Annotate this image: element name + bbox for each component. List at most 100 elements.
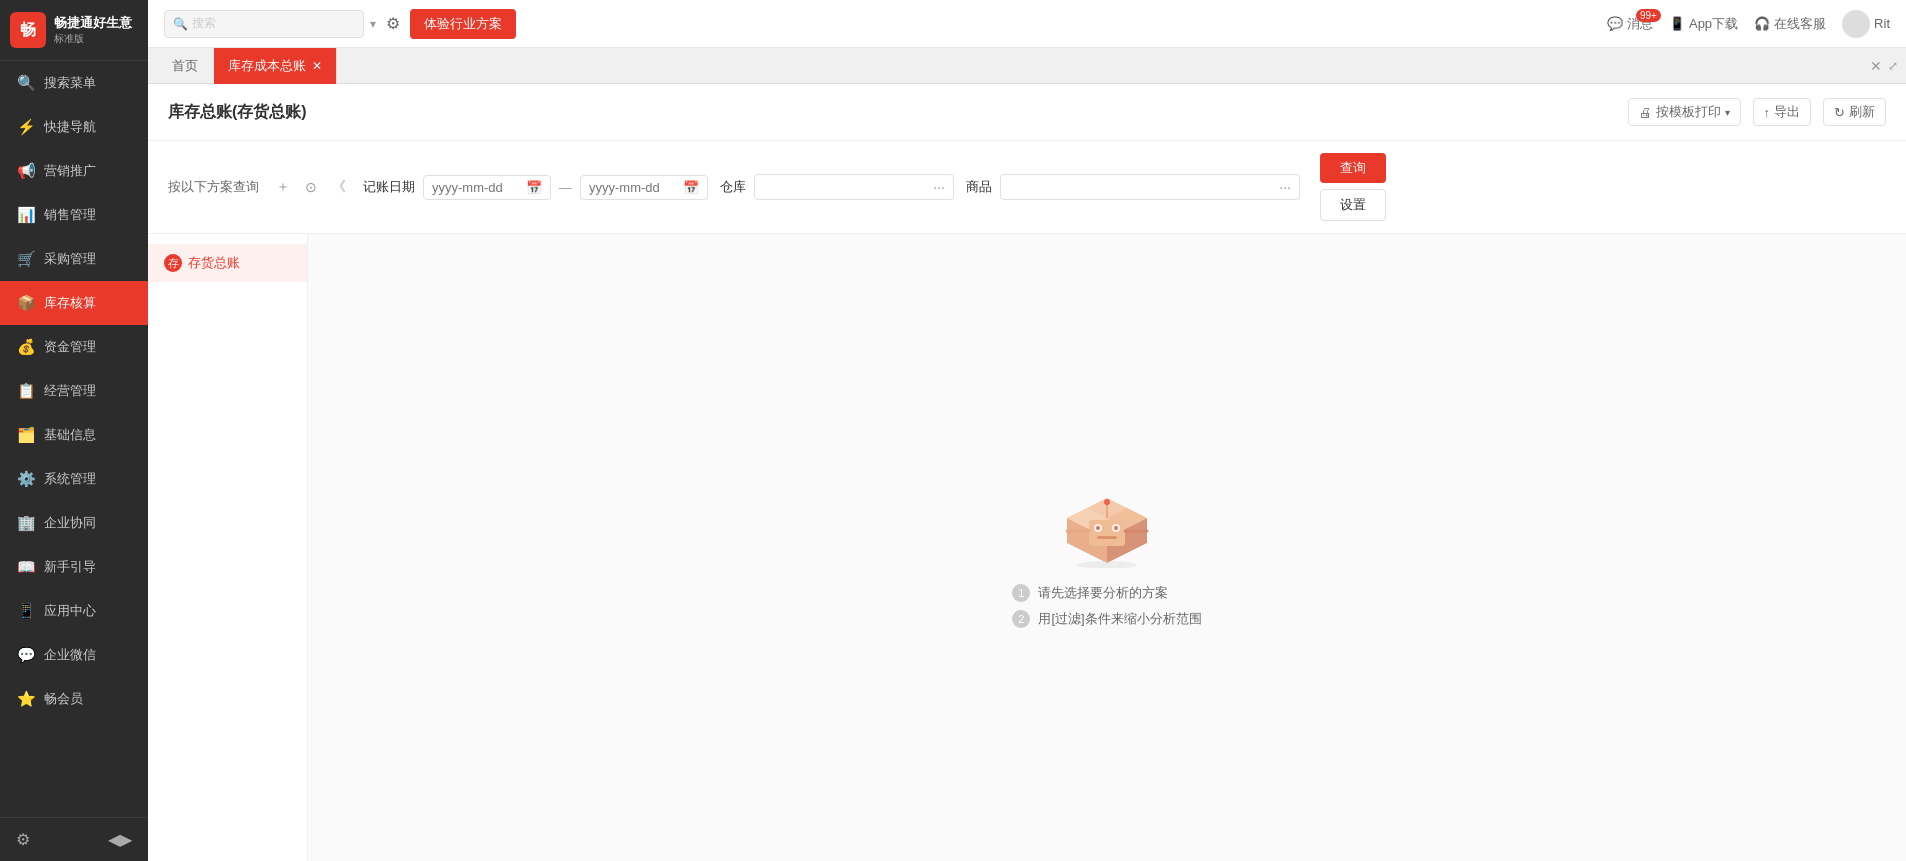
sidebar-item-search-menu[interactable]: 🔍 搜索菜单 [0,61,148,105]
sidebar-item-marketing[interactable]: 📢 营销推广 [0,149,148,193]
settings-bottom-icon[interactable]: ⚙ [16,830,30,849]
sidebar-item-newbie[interactable]: 📖 新手引导 [0,545,148,589]
refresh-btn[interactable]: ↻ 刷新 [1823,98,1886,126]
page-title: 库存总账(存货总账) [168,102,307,123]
tip-text-1: 请先选择要分析的方案 [1038,584,1168,602]
app-download-icon: 📱 [1669,16,1685,31]
scheme-panel: 存 存货总账 [148,234,308,861]
export-btn[interactable]: ↑ 导出 [1753,98,1812,126]
topbar-search-icon: 🔍 [173,17,188,31]
operations-icon: 📋 [16,381,36,401]
sidebar-label: 应用中心 [44,602,96,620]
sidebar-item-purchase[interactable]: 🛒 采购管理 [0,237,148,281]
refresh-label: 刷新 [1849,103,1875,121]
sidebar-label: 基础信息 [44,426,96,444]
date-end-field[interactable] [589,180,679,195]
sidebar-logo: 畅 畅捷通好生意 标准版 [0,0,148,61]
date-end-input[interactable]: 📅 [580,175,708,200]
sidebar-item-operations[interactable]: 📋 经营管理 [0,369,148,413]
message-btn[interactable]: 💬 消息 99+ [1607,15,1653,33]
main-area: 🔍 搜索 ▾ ⚙ 体验行业方案 💬 消息 99+ 📱 App下载 🎧 在线客服 [148,0,1906,861]
tab-close-panel-icon[interactable]: ✕ [1870,58,1882,74]
empty-tips: 1 请先选择要分析的方案 2 用[过滤]条件来缩小分析范围 [1012,584,1201,628]
empty-illustration [1047,468,1167,568]
tab-active-label: 库存成本总账 [228,57,306,75]
tab-expand-icon[interactable]: ⤢ [1888,59,1898,73]
enterprise-icon: 🏢 [16,513,36,533]
sidebar-label: 销售管理 [44,206,96,224]
scheme-item-inventory-ledger[interactable]: 存 存货总账 [148,244,307,282]
empty-state: 1 请先选择要分析的方案 2 用[过滤]条件来缩小分析范围 [1012,468,1201,628]
settings-btn[interactable]: 设置 [1320,189,1386,221]
sidebar-item-inventory[interactable]: 📦 库存核算 [0,281,148,325]
sidebar-item-basic-info[interactable]: 🗂️ 基础信息 [0,413,148,457]
tab-inventory-ledger[interactable]: 库存成本总账 ✕ [214,48,337,84]
product-more-icon[interactable]: ··· [1279,179,1291,195]
topbar-chevron-icon[interactable]: ▾ [370,17,376,31]
sales-icon: 📊 [16,205,36,225]
quick-nav-icon: ⚡ [16,117,36,137]
wechat-icon: 💬 [16,645,36,665]
content-area: 库存总账(存货总账) 🖨 按模板打印 ▾ ↑ 导出 ↻ 刷新 按以下方案查询 [148,84,1906,861]
finance-icon: 💰 [16,337,36,357]
scheme-item-label: 存货总账 [188,254,240,272]
sidebar-item-member[interactable]: ⭐ 畅会员 [0,677,148,721]
tab-home-label: 首页 [172,58,198,73]
basic-info-icon: 🗂️ [16,425,36,445]
system-icon: ⚙️ [16,469,36,489]
online-service-btn[interactable]: 🎧 在线客服 [1754,15,1826,33]
query-btn[interactable]: 查询 [1320,153,1386,183]
sidebar-item-app-center[interactable]: 📱 应用中心 [0,589,148,633]
industry-btn[interactable]: 体验行业方案 [410,9,516,39]
scheme-icon: 存 [164,254,182,272]
calendar-end-icon[interactable]: 📅 [683,180,699,195]
marketing-icon: 📢 [16,161,36,181]
filter-warehouse-group: 仓库 ··· [720,174,954,200]
filter-collapse-btn[interactable]: 《 [327,175,351,199]
template-print-label: 按模板打印 [1656,103,1721,121]
sidebar-item-finance[interactable]: 💰 资金管理 [0,325,148,369]
content-body: 存 存货总账 [148,234,1906,861]
sidebar-label: 资金管理 [44,338,96,356]
app-download-label: App下载 [1689,15,1738,33]
sidebar-bottom: ⚙ ◀▶ [0,817,148,861]
sidebar-label: 营销推广 [44,162,96,180]
template-print-btn[interactable]: 🖨 按模板打印 ▾ [1628,98,1741,126]
product-select[interactable]: ··· [1000,174,1300,200]
svg-rect-10 [1097,536,1117,539]
sidebar-item-quick-nav[interactable]: ⚡ 快捷导航 [0,105,148,149]
sidebar-item-system[interactable]: ⚙️ 系统管理 [0,457,148,501]
filter-date-group: 记账日期 📅 — 📅 [363,175,708,200]
chevron-down-icon: ▾ [1725,107,1730,118]
calendar-start-icon[interactable]: 📅 [526,180,542,195]
tip-num-2: 2 [1012,610,1030,628]
warehouse-select[interactable]: ··· [754,174,954,200]
search-menu-icon: 🔍 [16,73,36,93]
filter-settings-btn[interactable]: ⊙ [299,175,323,199]
sidebar-item-wechat[interactable]: 💬 企业微信 [0,633,148,677]
user-area[interactable]: Rit [1842,10,1890,38]
product-label: 商品 [966,178,992,196]
sidebar-item-sales[interactable]: 📊 销售管理 [0,193,148,237]
svg-point-15 [1077,561,1137,568]
tab-home[interactable]: 首页 [156,57,214,75]
topbar-settings-icon[interactable]: ⚙ [386,14,400,33]
topbar-right: 💬 消息 99+ 📱 App下载 🎧 在线客服 Rit [1607,10,1890,38]
sidebar-scroll: 🔍 搜索菜单 ⚡ 快捷导航 📢 营销推广 📊 销售管理 🛒 采购管理 📦 库存核… [0,61,148,817]
tip-text-2: 用[过滤]条件来缩小分析范围 [1038,610,1201,628]
service-label: 在线客服 [1774,15,1826,33]
search-box[interactable]: 🔍 搜索 [164,10,364,38]
logo-icon: 畅 [10,12,46,48]
date-start-input[interactable]: 📅 [423,175,551,200]
tab-close-icon[interactable]: ✕ [312,59,322,73]
warehouse-more-icon[interactable]: ··· [933,179,945,195]
date-start-field[interactable] [432,180,522,195]
sidebar-item-enterprise[interactable]: 🏢 企业协同 [0,501,148,545]
empty-tip-1: 1 请先选择要分析的方案 [1012,584,1201,602]
filter-add-btn[interactable]: ＋ [271,175,295,199]
app-center-icon: 📱 [16,601,36,621]
warehouse-label: 仓库 [720,178,746,196]
app-download-btn[interactable]: 📱 App下载 [1669,15,1738,33]
message-badge: 99+ [1636,9,1661,22]
collapse-icon[interactable]: ◀▶ [108,830,132,849]
